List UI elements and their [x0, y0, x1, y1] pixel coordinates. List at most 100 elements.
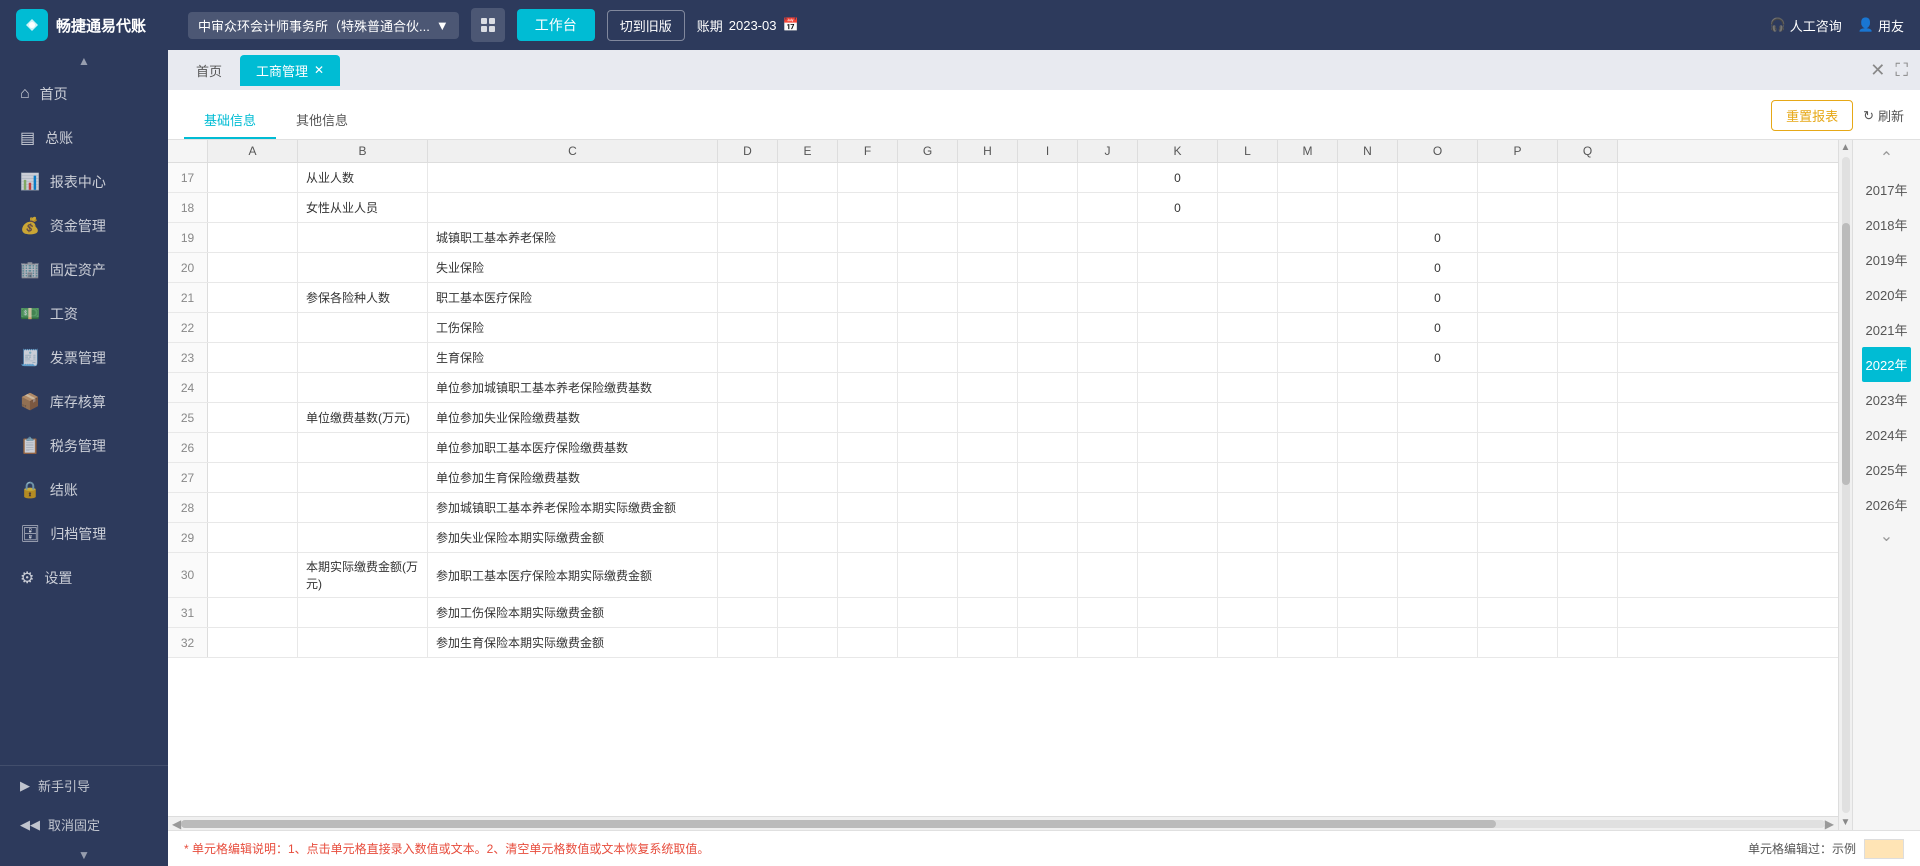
- table-cell[interactable]: [1278, 253, 1338, 282]
- table-cell[interactable]: [718, 628, 778, 657]
- table-cell[interactable]: [1278, 493, 1338, 522]
- table-cell[interactable]: [718, 493, 778, 522]
- table-cell[interactable]: [1138, 223, 1218, 252]
- year-down-button[interactable]: ⌄: [1853, 522, 1920, 550]
- year-up-button[interactable]: ⌃: [1853, 144, 1920, 172]
- table-cell[interactable]: [1078, 223, 1138, 252]
- table-cell[interactable]: 参加城镇职工基本养老保险本期实际缴费金额: [428, 493, 718, 522]
- table-cell[interactable]: [838, 463, 898, 492]
- table-cell[interactable]: [1018, 553, 1078, 597]
- table-cell[interactable]: [1478, 523, 1558, 552]
- table-cell[interactable]: [1218, 163, 1278, 192]
- table-cell[interactable]: [778, 628, 838, 657]
- table-cell[interactable]: [1558, 523, 1618, 552]
- table-cell[interactable]: [718, 403, 778, 432]
- table-cell[interactable]: [1018, 598, 1078, 627]
- table-cell[interactable]: [838, 283, 898, 312]
- sidebar-item-salary[interactable]: 💵 工资: [0, 292, 168, 336]
- table-cell[interactable]: [958, 553, 1018, 597]
- table-cell[interactable]: [1078, 313, 1138, 342]
- year-item[interactable]: 2023年: [1862, 382, 1912, 417]
- table-cell[interactable]: 单位参加城镇职工基本养老保险缴费基数: [428, 373, 718, 402]
- table-cell[interactable]: [1218, 493, 1278, 522]
- table-cell[interactable]: [1138, 253, 1218, 282]
- table-cell[interactable]: [838, 163, 898, 192]
- table-row[interactable]: 32参加生育保险本期实际缴费金额: [168, 628, 1838, 658]
- table-cell[interactable]: [1018, 433, 1078, 462]
- sidebar-scroll-down[interactable]: ▼: [0, 844, 168, 866]
- table-cell[interactable]: [778, 193, 838, 222]
- table-cell[interactable]: [208, 433, 298, 462]
- table-cell[interactable]: [958, 433, 1018, 462]
- table-cell[interactable]: [898, 223, 958, 252]
- table-cell[interactable]: [208, 373, 298, 402]
- table-cell[interactable]: [838, 223, 898, 252]
- table-cell[interactable]: [1078, 463, 1138, 492]
- table-cell[interactable]: [1558, 433, 1618, 462]
- table-cell[interactable]: [1278, 283, 1338, 312]
- table-cell[interactable]: [208, 223, 298, 252]
- sidebar-item-inventory[interactable]: 📦 库存核算: [0, 380, 168, 424]
- table-cell[interactable]: [1278, 523, 1338, 552]
- table-cell[interactable]: [1478, 313, 1558, 342]
- table-cell[interactable]: [778, 493, 838, 522]
- table-row[interactable]: 27单位参加生育保险缴费基数: [168, 463, 1838, 493]
- year-item[interactable]: 2017年: [1862, 172, 1912, 207]
- table-cell[interactable]: [1338, 523, 1398, 552]
- table-cell[interactable]: [298, 433, 428, 462]
- sidebar-item-close[interactable]: 🔒 结账: [0, 468, 168, 512]
- table-cell[interactable]: [1398, 598, 1478, 627]
- table-row[interactable]: 28参加城镇职工基本养老保险本期实际缴费金额: [168, 493, 1838, 523]
- table-cell[interactable]: [1138, 433, 1218, 462]
- table-cell[interactable]: [1138, 463, 1218, 492]
- table-cell[interactable]: [208, 598, 298, 627]
- table-cell[interactable]: 失业保险: [428, 253, 718, 282]
- table-cell[interactable]: [838, 403, 898, 432]
- table-cell[interactable]: [1078, 493, 1138, 522]
- table-cell[interactable]: [208, 343, 298, 372]
- table-row[interactable]: 21参保各险种人数职工基本医疗保险0: [168, 283, 1838, 313]
- table-cell[interactable]: [958, 523, 1018, 552]
- workbench-button[interactable]: 工作台: [517, 9, 595, 41]
- table-cell[interactable]: [778, 553, 838, 597]
- company-settings-icon[interactable]: [471, 8, 505, 42]
- table-cell[interactable]: [1558, 598, 1618, 627]
- table-cell[interactable]: 0: [1398, 283, 1478, 312]
- table-cell[interactable]: [1218, 463, 1278, 492]
- year-item[interactable]: 2022年: [1862, 347, 1912, 382]
- table-cell[interactable]: [838, 523, 898, 552]
- year-item[interactable]: 2021年: [1862, 312, 1912, 347]
- sidebar-item-funds[interactable]: 💰 资金管理: [0, 204, 168, 248]
- table-cell[interactable]: 0: [1398, 343, 1478, 372]
- table-cell[interactable]: [778, 373, 838, 402]
- table-cell[interactable]: [838, 433, 898, 462]
- ai-consult[interactable]: 🎧 人工咨询: [1770, 16, 1842, 35]
- table-cell[interactable]: [778, 163, 838, 192]
- table-cell[interactable]: 0: [1138, 163, 1218, 192]
- table-cell[interactable]: 本期实际缴费金额(万元): [298, 553, 428, 597]
- table-cell[interactable]: [1278, 223, 1338, 252]
- table-cell[interactable]: [208, 493, 298, 522]
- table-cell[interactable]: [298, 523, 428, 552]
- table-cell[interactable]: [1218, 523, 1278, 552]
- table-cell[interactable]: [1398, 463, 1478, 492]
- table-cell[interactable]: [898, 253, 958, 282]
- table-cell[interactable]: [958, 223, 1018, 252]
- tab-home[interactable]: 首页: [180, 55, 238, 86]
- sidebar-item-assets[interactable]: 🏢 固定资产: [0, 248, 168, 292]
- table-cell[interactable]: [298, 373, 428, 402]
- table-cell[interactable]: [718, 433, 778, 462]
- table-cell[interactable]: 0: [1138, 193, 1218, 222]
- table-cell[interactable]: [778, 313, 838, 342]
- year-item[interactable]: 2025年: [1862, 452, 1912, 487]
- table-row[interactable]: 24单位参加城镇职工基本养老保险缴费基数: [168, 373, 1838, 403]
- table-cell[interactable]: [1078, 373, 1138, 402]
- sidebar-item-tax[interactable]: 📋 税务管理: [0, 424, 168, 468]
- table-cell[interactable]: [898, 343, 958, 372]
- table-cell[interactable]: [1278, 433, 1338, 462]
- table-cell[interactable]: [1398, 403, 1478, 432]
- table-cell[interactable]: [1558, 223, 1618, 252]
- table-cell[interactable]: [1018, 628, 1078, 657]
- table-cell[interactable]: [718, 463, 778, 492]
- sidebar-item-settings[interactable]: ⚙ 设置: [0, 556, 168, 600]
